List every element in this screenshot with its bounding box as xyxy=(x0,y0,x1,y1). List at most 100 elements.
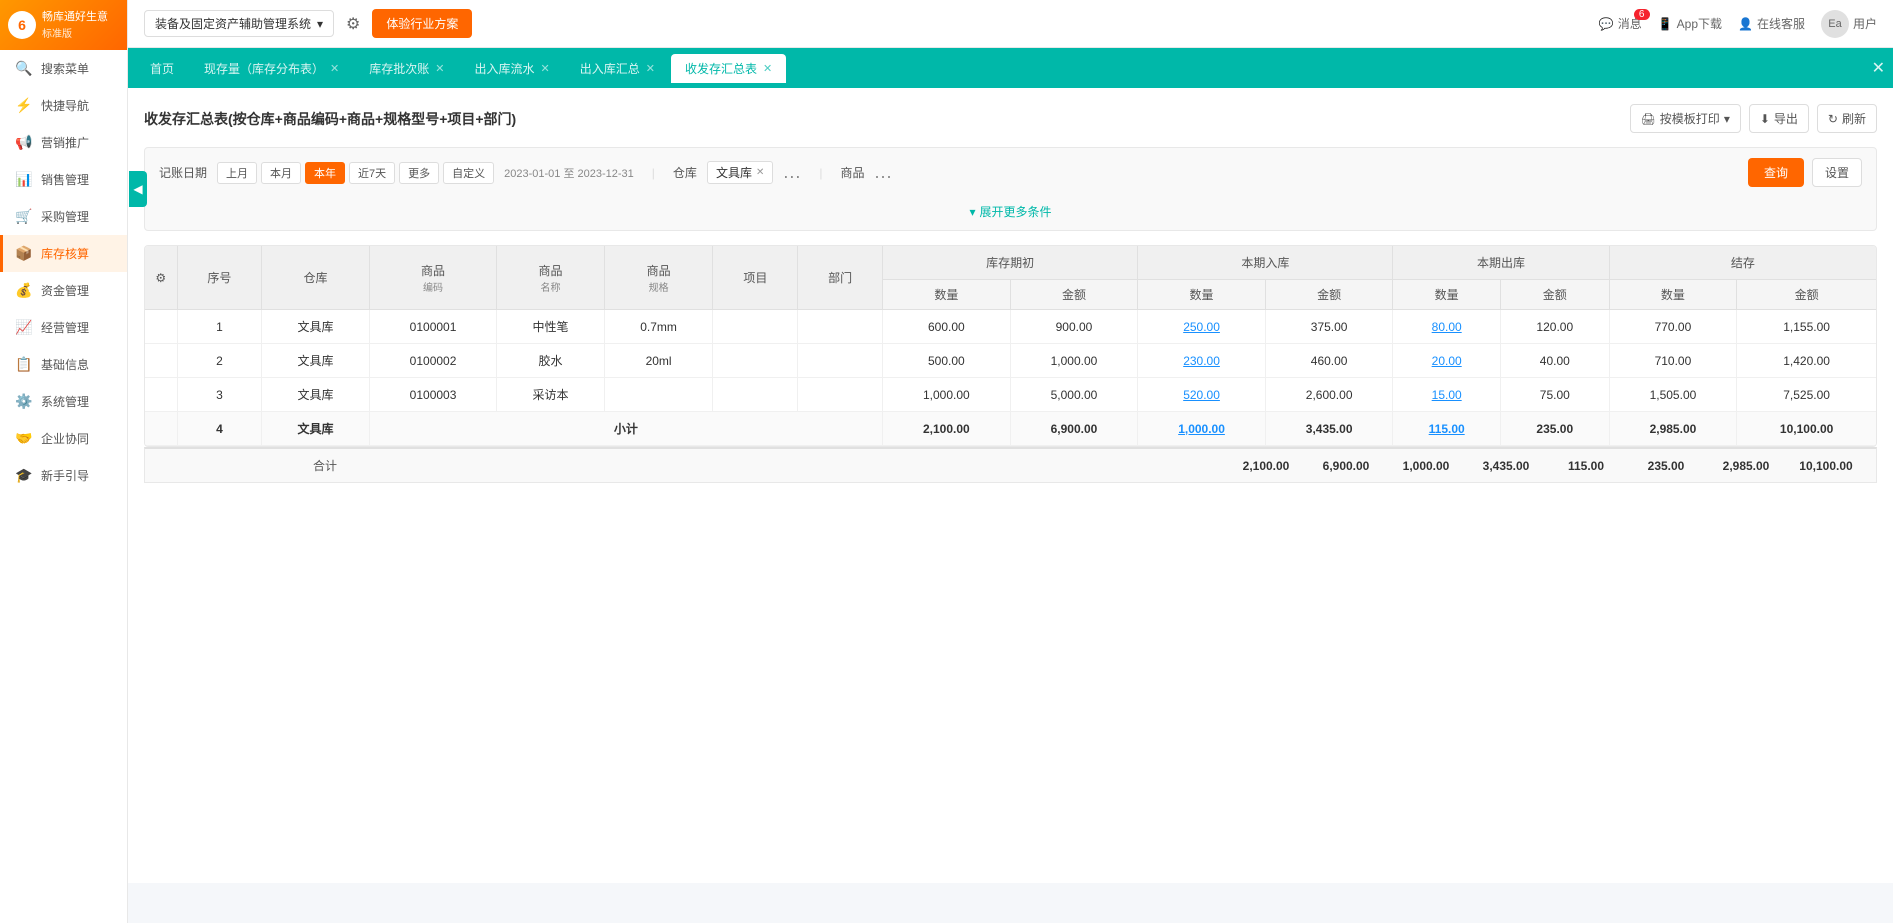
service-icon: 👤 xyxy=(1738,17,1753,31)
row-in-qty[interactable]: 520.00 xyxy=(1138,378,1266,412)
tab-batch[interactable]: 库存批次账 ✕ xyxy=(355,54,458,83)
close-icon[interactable]: ✕ xyxy=(330,62,339,75)
warehouse-tag[interactable]: 文具库 ✕ xyxy=(707,161,773,184)
subtotal-label: 小计 xyxy=(369,412,882,446)
sidebar-item-inventory[interactable]: 📦 库存核算 xyxy=(0,235,127,272)
expand-conditions-button[interactable]: ▾ 展开更多条件 xyxy=(969,203,1051,220)
online-service-button[interactable]: 👤 在线客服 xyxy=(1738,15,1805,32)
sidebar-nav: 🔍 搜索菜单 ⚡ 快捷导航 📢 营销推广 📊 销售管理 🛒 采购管理 📦 库存核… xyxy=(0,50,127,923)
tab-inout-summary[interactable]: 出入库汇总 ✕ xyxy=(566,54,669,83)
print-label: 按模板打印 xyxy=(1660,110,1720,127)
sidebar-item-marketing[interactable]: 📢 营销推广 xyxy=(0,124,127,161)
management-icon: 📈 xyxy=(15,319,33,336)
remove-warehouse-icon[interactable]: ✕ xyxy=(756,167,764,178)
sidebar-item-label: 新手引导 xyxy=(41,467,89,484)
sidebar-item-management[interactable]: 📈 经营管理 xyxy=(0,309,127,346)
col-settings-header[interactable]: ⚙ xyxy=(145,246,177,310)
export-button[interactable]: ⬇ 导出 xyxy=(1749,104,1809,133)
date-btn-custom[interactable]: 自定义 xyxy=(443,162,494,184)
sidebar-item-label: 系统管理 xyxy=(41,393,89,410)
col-dept-header: 部门 xyxy=(798,246,883,310)
sidebar-item-guide[interactable]: 🎓 新手引导 xyxy=(0,457,127,494)
sidebar-item-sales[interactable]: 📊 销售管理 xyxy=(0,161,127,198)
download-icon: 📱 xyxy=(1658,17,1673,31)
sidebar-item-collab[interactable]: 🤝 企业协同 xyxy=(0,420,127,457)
close-icon[interactable]: ✕ xyxy=(541,62,550,75)
sidebar-title-group: 畅库通好生意 标准版 xyxy=(42,10,108,39)
tab-inventory-dist[interactable]: 现存量（库存分布表） ✕ xyxy=(190,54,353,83)
total-open-amt: 6,900.00 xyxy=(1306,459,1386,473)
tab-label: 库存批次账 xyxy=(369,60,429,77)
settings-small-button[interactable]: 设置 xyxy=(1812,158,1862,187)
row-out-amt: 120.00 xyxy=(1500,310,1609,344)
settings-gear-icon[interactable]: ⚙ xyxy=(346,14,360,34)
warehouse-more-button[interactable]: ... xyxy=(783,162,801,183)
filter-row-1: 记账日期 上月 本月 本年 近7天 更多 自定义 2023-01-01 至 20… xyxy=(159,158,1862,187)
row-out-qty[interactable]: 80.00 xyxy=(1393,310,1500,344)
row-bal-qty: 770.00 xyxy=(1609,310,1737,344)
tab-label: 收发存汇总表 xyxy=(685,60,757,77)
row-code: 0100002 xyxy=(369,344,497,378)
app-download-button[interactable]: 📱 App下载 xyxy=(1658,15,1722,32)
message-icon: 💬 xyxy=(1599,17,1614,31)
finance-icon: 💰 xyxy=(15,282,33,299)
tab-recv-send-summary[interactable]: 收发存汇总表 ✕ xyxy=(671,54,786,83)
date-btn-more[interactable]: 更多 xyxy=(399,162,439,184)
system-selector[interactable]: 装备及固定资产辅助管理系统 ▾ xyxy=(144,10,334,37)
close-icon[interactable]: ✕ xyxy=(646,62,655,75)
tab-inout-flow[interactable]: 出入库流水 ✕ xyxy=(460,54,563,83)
total-label: 合计 xyxy=(155,457,495,474)
topbar: 装备及固定资产辅助管理系统 ▾ ⚙ 体验行业方案 💬 消息 6 📱 App下载 … xyxy=(128,0,1893,48)
sidebar-item-finance[interactable]: 💰 资金管理 xyxy=(0,272,127,309)
print-button[interactable]: 🖨 按模板打印 ▾ xyxy=(1630,104,1741,133)
message-button[interactable]: 💬 消息 6 xyxy=(1599,15,1642,32)
date-btn-this-year[interactable]: 本年 xyxy=(305,162,345,184)
topbar-right: 💬 消息 6 📱 App下载 👤 在线客服 Ea 用户 xyxy=(1599,10,1877,38)
sidebar-item-quicknav[interactable]: ⚡ 快捷导航 xyxy=(0,87,127,124)
export-icon: ⬇ xyxy=(1760,112,1770,126)
close-icon[interactable]: ✕ xyxy=(435,62,444,75)
subtotal-in-qty[interactable]: 1,000.00 xyxy=(1138,412,1266,446)
sidebar-item-search[interactable]: 🔍 搜索菜单 xyxy=(0,50,127,87)
sidebar-item-purchase[interactable]: 🛒 采购管理 xyxy=(0,198,127,235)
close-all-tabs-button[interactable]: ✕ xyxy=(1872,58,1885,78)
row-dept xyxy=(798,310,883,344)
tab-label: 现存量（库存分布表） xyxy=(204,60,324,77)
filter-divider2: | xyxy=(819,166,822,180)
row-spec: 0.7mm xyxy=(604,310,713,344)
tab-bar: 首页 现存量（库存分布表） ✕ 库存批次账 ✕ 出入库流水 ✕ 出入库汇总 ✕ … xyxy=(128,48,1893,88)
chevron-down-icon: ▾ xyxy=(1724,112,1730,126)
row-in-qty[interactable]: 230.00 xyxy=(1138,344,1266,378)
date-btn-7days[interactable]: 近7天 xyxy=(349,162,395,184)
row-out-qty[interactable]: 20.00 xyxy=(1393,344,1500,378)
sidebar-item-label: 经营管理 xyxy=(41,319,89,336)
system-icon: ⚙️ xyxy=(15,393,33,410)
refresh-button[interactable]: ↻ 刷新 xyxy=(1817,104,1877,133)
close-icon[interactable]: ✕ xyxy=(763,62,772,75)
date-btn-last-month[interactable]: 上月 xyxy=(217,162,257,184)
sidebar-item-system[interactable]: ⚙️ 系统管理 xyxy=(0,383,127,420)
row-name: 中性笔 xyxy=(497,310,604,344)
total-in-amt: 3,435.00 xyxy=(1466,459,1546,473)
total-in-qty: 1,000.00 xyxy=(1386,459,1466,473)
row-no: 3 xyxy=(177,378,262,412)
row-in-qty[interactable]: 250.00 xyxy=(1138,310,1266,344)
sidebar-logo: 6 xyxy=(8,11,36,39)
row-project xyxy=(713,378,798,412)
row-out-qty[interactable]: 15.00 xyxy=(1393,378,1500,412)
product-more-button[interactable]: ... xyxy=(875,162,893,183)
tab-home[interactable]: 首页 xyxy=(136,54,188,83)
row-open-amt: 5,000.00 xyxy=(1010,378,1138,412)
subtotal-out-qty[interactable]: 115.00 xyxy=(1393,412,1500,446)
sidebar-item-label: 基础信息 xyxy=(41,356,89,373)
expand-label: 展开更多条件 xyxy=(980,203,1052,220)
filter-toggle[interactable]: ◀ xyxy=(129,171,147,207)
date-btn-this-month[interactable]: 本月 xyxy=(261,162,301,184)
subtotal-row: 4 文具库 小计 2,100.00 6,900.00 1,000.00 3,43… xyxy=(145,412,1876,446)
trial-button[interactable]: 体验行业方案 xyxy=(372,9,472,38)
online-service-label: 在线客服 xyxy=(1757,15,1805,32)
sidebar-item-basic[interactable]: 📋 基础信息 xyxy=(0,346,127,383)
query-button[interactable]: 查询 xyxy=(1748,158,1804,187)
page-header: 收发存汇总表(按仓库+商品编码+商品+规格型号+项目+部门) 🖨 按模板打印 ▾… xyxy=(144,104,1877,133)
user-menu[interactable]: Ea 用户 xyxy=(1821,10,1877,38)
